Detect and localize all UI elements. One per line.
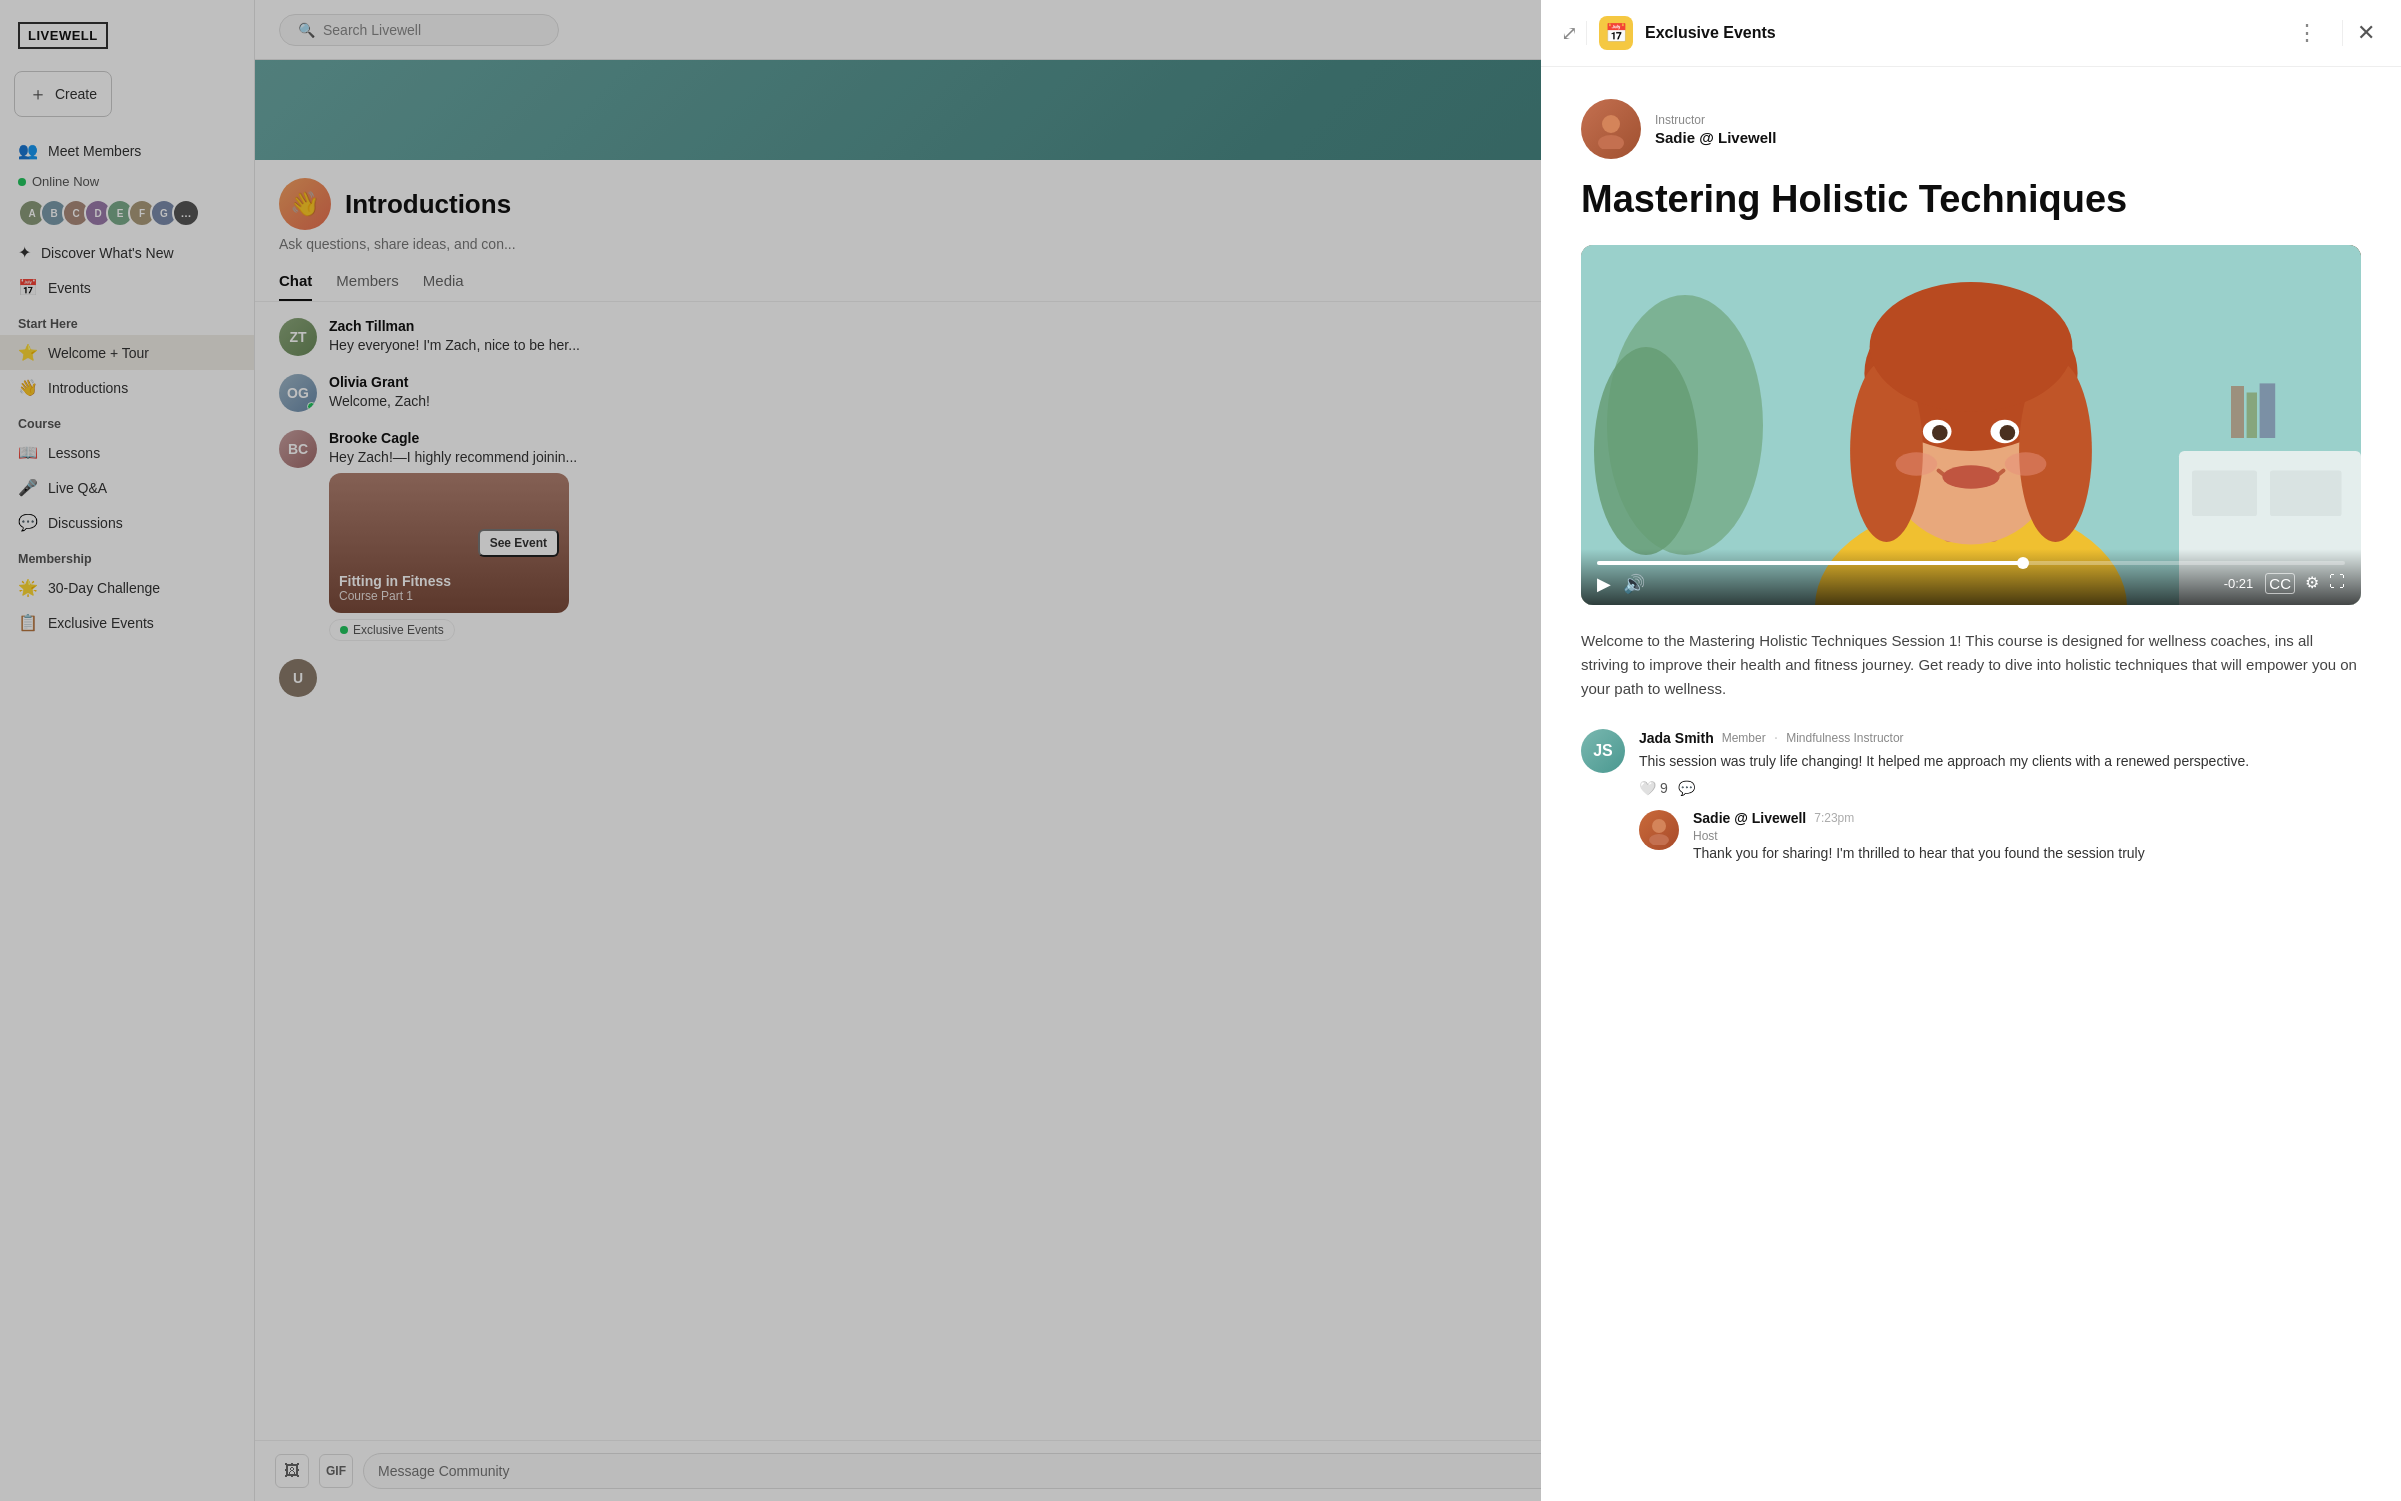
instructor-avatar (1581, 99, 1641, 159)
reply-item: Sadie @ Livewell 7:23pm Host Thank you f… (1639, 810, 2361, 864)
svg-point-23 (1942, 465, 1999, 488)
video-settings-group: CC ⚙ ⛶ (2265, 573, 2345, 594)
comment-avatar-jada: JS (1581, 729, 1625, 773)
modal-resize-icon[interactable]: ⤢ (1561, 21, 1587, 45)
modal-more-button[interactable]: ⋮ (2288, 20, 2326, 46)
video-controls: ▶ 🔊 -0:21 CC ⚙ ⛶ (1581, 549, 2361, 605)
modal-title: Exclusive Events (1645, 24, 2276, 42)
reply-author: Sadie @ Livewell (1693, 810, 1806, 826)
instructor-name: Sadie @ Livewell (1655, 129, 1776, 146)
like-button[interactable]: 🤍 9 (1639, 780, 1668, 796)
svg-point-21 (1932, 425, 1948, 441)
comment-body-jada: Jada Smith Member · Mindfulness Instruct… (1639, 729, 2361, 864)
comment-role-label: Member (1722, 731, 1766, 745)
reply-avatar-sadie (1639, 810, 1679, 850)
reply-time: 7:23pm (1814, 811, 1854, 825)
like-count: 9 (1660, 780, 1668, 796)
comment-name-row: Jada Smith Member · Mindfulness Instruct… (1639, 729, 2361, 747)
progress-dot (2017, 557, 2029, 569)
comment-actions: 🤍 9 💬 (1639, 780, 2361, 796)
video-player: ▶ 🔊 -0:21 CC ⚙ ⛶ (1581, 245, 2361, 605)
modal-header-icon: 📅 (1599, 16, 1633, 50)
instructor-row: Instructor Sadie @ Livewell (1581, 99, 2361, 159)
svg-point-27 (1649, 834, 1669, 845)
reply-text: Thank you for sharing! I'm thrilled to h… (1693, 843, 2361, 864)
comment-separator: · (1774, 729, 1778, 747)
svg-point-24 (1896, 452, 1938, 475)
svg-point-0 (1602, 115, 1620, 133)
svg-point-18 (1870, 282, 2073, 412)
video-buttons-row: ▶ 🔊 -0:21 CC ⚙ ⛶ (1597, 573, 2345, 595)
svg-point-22 (2000, 425, 2016, 441)
modal-close-button[interactable]: ✕ (2342, 20, 2381, 46)
settings-button[interactable]: ⚙ (2305, 573, 2319, 594)
comment-text: This session was truly life changing! It… (1639, 751, 2361, 772)
progress-bar[interactable] (1597, 561, 2345, 565)
exclusive-events-modal: ⤢ 📅 Exclusive Events ⋮ ✕ Instructor Sadi… (1541, 0, 2401, 1501)
instructor-label: Instructor (1655, 113, 1776, 127)
heart-icon: 🤍 (1639, 780, 1656, 796)
modal-header: ⤢ 📅 Exclusive Events ⋮ ✕ (1541, 0, 2401, 67)
instructor-info: Instructor Sadie @ Livewell (1655, 113, 1776, 146)
modal-body: Instructor Sadie @ Livewell Mastering Ho… (1541, 67, 2401, 1501)
play-button[interactable]: ▶ (1597, 573, 1611, 595)
event-title: Mastering Holistic Techniques (1581, 179, 2361, 221)
reply-body-sadie: Sadie @ Livewell 7:23pm Host Thank you f… (1693, 810, 2361, 864)
svg-point-1 (1598, 135, 1624, 149)
svg-point-25 (2005, 452, 2047, 475)
comment-author: Jada Smith (1639, 730, 1714, 746)
comments-section: JS Jada Smith Member · Mindfulness Instr… (1581, 729, 2361, 864)
svg-point-26 (1652, 819, 1666, 833)
fullscreen-button[interactable]: ⛶ (2329, 573, 2345, 594)
captions-button[interactable]: CC (2265, 573, 2295, 594)
volume-button[interactable]: 🔊 (1623, 573, 1645, 595)
reply-role: Host (1693, 829, 2361, 843)
comment-item: JS Jada Smith Member · Mindfulness Instr… (1581, 729, 2361, 864)
comment-role: Mindfulness Instructor (1786, 731, 1903, 745)
video-time: -0:21 (2224, 576, 2254, 591)
reply-button[interactable]: 💬 (1678, 780, 1695, 796)
progress-fill (1597, 561, 2023, 565)
event-description: Welcome to the Mastering Holistic Techni… (1581, 629, 2361, 701)
reply-name-row: Sadie @ Livewell 7:23pm (1693, 810, 2361, 826)
